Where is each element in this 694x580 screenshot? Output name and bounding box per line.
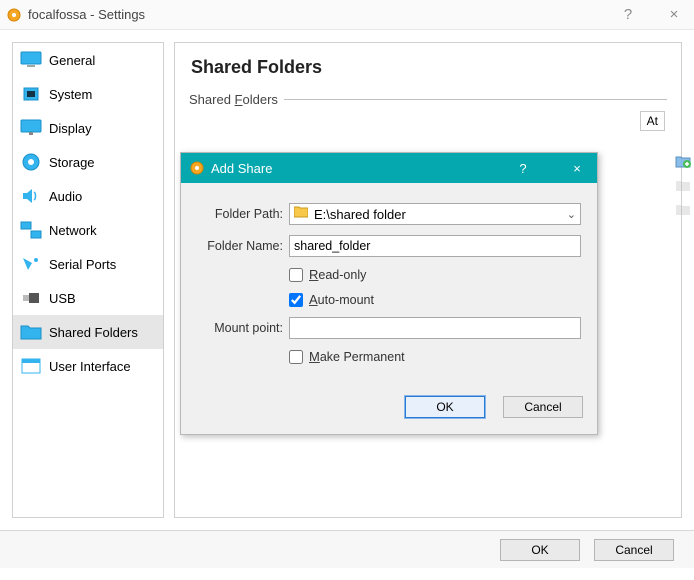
cancel-button[interactable]: Cancel xyxy=(594,539,674,561)
automount-checkbox[interactable] xyxy=(289,293,303,307)
sidebar-item-label: User Interface xyxy=(49,359,131,374)
sidebar-item-label: System xyxy=(49,87,92,102)
dialog-ok-button[interactable]: OK xyxy=(405,396,485,418)
sidebar-item-label: Shared Folders xyxy=(49,325,138,340)
gear-icon xyxy=(6,7,22,23)
folder-name-field[interactable] xyxy=(289,235,581,257)
mount-point-field[interactable] xyxy=(289,317,581,339)
mount-point-input[interactable] xyxy=(294,321,576,335)
window-title: focalfossa - Settings xyxy=(28,7,145,22)
serial-icon xyxy=(19,254,43,274)
group-label: Shared Folders xyxy=(189,92,667,107)
readonly-checkbox[interactable] xyxy=(289,268,303,282)
sidebar-item-sharedfolders[interactable]: Shared Folders xyxy=(13,315,163,349)
sidebar-item-label: Audio xyxy=(49,189,82,204)
sidebar-item-network[interactable]: Network xyxy=(13,213,163,247)
folder-icon xyxy=(294,206,310,222)
sidebar-item-label: Display xyxy=(49,121,92,136)
sidebar-item-label: USB xyxy=(49,291,76,306)
sidebar-item-userinterface[interactable]: User Interface xyxy=(13,349,163,383)
chip-icon xyxy=(19,84,43,104)
permanent-label[interactable]: Make Permanent xyxy=(309,349,405,364)
settings-sidebar: General System Display Storage Audio Net… xyxy=(12,42,164,518)
dialog-cancel-button[interactable]: Cancel xyxy=(503,396,583,418)
speaker-icon xyxy=(19,186,43,206)
window-titlebar: focalfossa - Settings ? × xyxy=(0,0,694,30)
sidebar-item-label: Network xyxy=(49,223,97,238)
dialog-help-button[interactable]: ? xyxy=(511,161,535,176)
close-button[interactable]: × xyxy=(660,6,688,23)
folder-path-label: Folder Path: xyxy=(197,207,283,221)
page-title: Shared Folders xyxy=(191,57,667,78)
folder-icon xyxy=(19,322,43,342)
sidebar-item-label: Serial Ports xyxy=(49,257,116,272)
dialog-titlebar: Add Share ? × xyxy=(181,153,597,183)
sidebar-item-usb[interactable]: USB xyxy=(13,281,163,315)
sidebar-item-system[interactable]: System xyxy=(13,77,163,111)
folder-path-combo[interactable]: E:\shared folder ⌄ xyxy=(289,203,581,225)
display-icon xyxy=(19,118,43,138)
sidebar-item-label: General xyxy=(49,53,95,68)
tab-strip: At xyxy=(640,111,665,131)
dialog-close-button[interactable]: × xyxy=(565,161,589,176)
add-share-button[interactable] xyxy=(674,152,692,170)
ui-icon xyxy=(19,356,43,376)
help-button[interactable]: ? xyxy=(614,6,642,23)
folder-path-value: E:\shared folder xyxy=(314,207,406,222)
permanent-checkbox[interactable] xyxy=(289,350,303,364)
sidebar-item-audio[interactable]: Audio xyxy=(13,179,163,213)
sidebar-item-label: Storage xyxy=(49,155,95,170)
usb-icon xyxy=(19,288,43,308)
sidebar-item-general[interactable]: General xyxy=(13,43,163,77)
automount-label[interactable]: Auto-mount xyxy=(309,292,374,307)
disk-icon xyxy=(19,152,43,172)
gear-icon xyxy=(189,160,205,176)
readonly-label[interactable]: Read-only xyxy=(309,267,366,282)
monitor-icon xyxy=(19,50,43,70)
add-share-dialog: Add Share ? × Folder Path: E:\shared fol… xyxy=(180,152,598,435)
sidebar-item-storage[interactable]: Storage xyxy=(13,145,163,179)
settings-footer: OK Cancel xyxy=(0,530,694,568)
dialog-title: Add Share xyxy=(211,161,272,176)
chevron-down-icon: ⌄ xyxy=(567,208,576,221)
tab-at[interactable]: At xyxy=(640,111,665,131)
mount-point-label: Mount point: xyxy=(197,321,283,335)
sidebar-item-display[interactable]: Display xyxy=(13,111,163,145)
ok-button[interactable]: OK xyxy=(500,539,580,561)
edit-share-button[interactable] xyxy=(674,176,692,194)
folder-name-input[interactable] xyxy=(294,239,576,253)
folder-name-label: Folder Name: xyxy=(197,239,283,253)
sidebar-item-serialports[interactable]: Serial Ports xyxy=(13,247,163,281)
remove-share-button[interactable] xyxy=(674,200,692,218)
network-icon xyxy=(19,220,43,240)
